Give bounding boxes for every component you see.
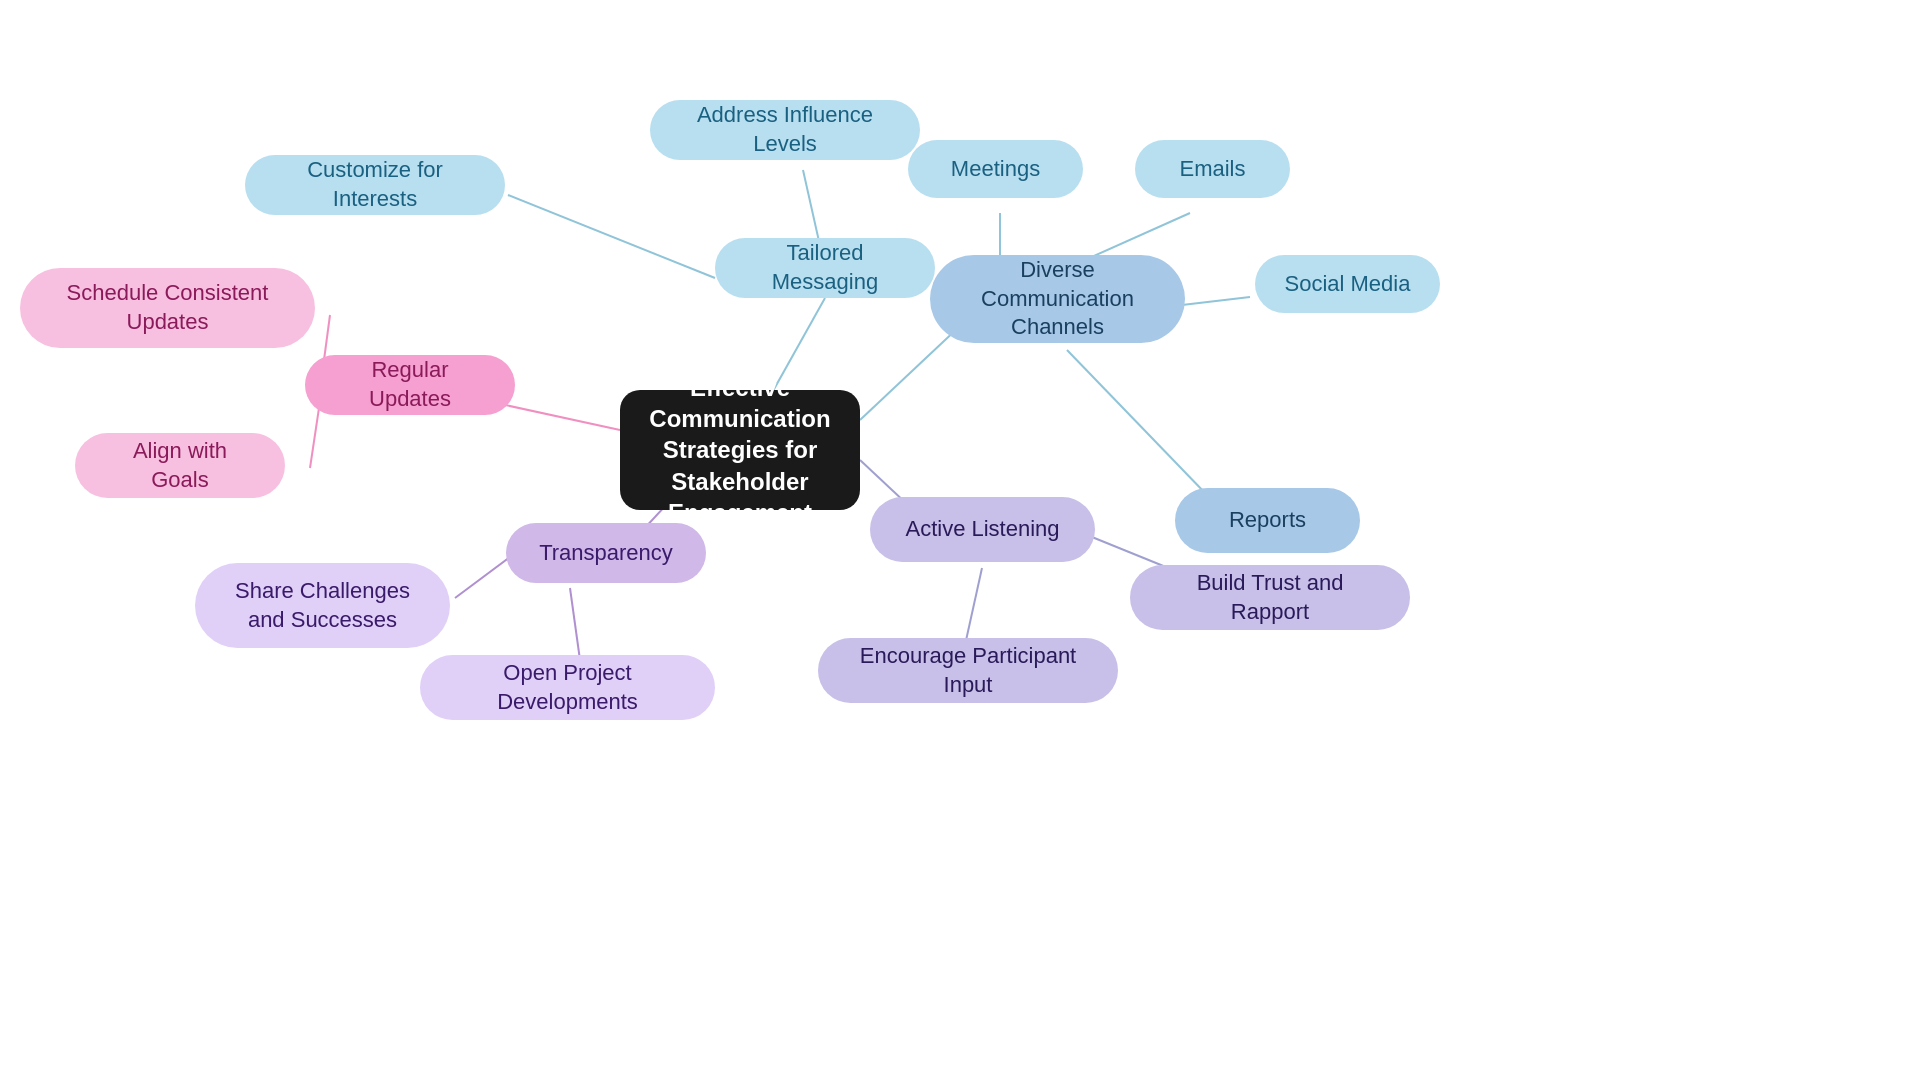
schedule-updates-label: Schedule Consistent Updates <box>48 279 287 336</box>
open-project-node: Open Project Developments <box>420 655 715 720</box>
tailored-messaging-node: Tailored Messaging <box>715 238 935 298</box>
meetings-node: Meetings <box>908 140 1083 198</box>
svg-line-12 <box>1182 297 1250 305</box>
svg-line-13 <box>1067 350 1207 495</box>
align-goals-node: Align with Goals <box>75 433 285 498</box>
mindmap-container: Effective Communication Strategies for S… <box>0 0 1920 1083</box>
emails-node: Emails <box>1135 140 1290 198</box>
build-trust-label: Build Trust and Rapport <box>1158 569 1382 626</box>
reports-label: Reports <box>1229 506 1306 535</box>
customize-interests-node: Customize for Interests <box>245 155 505 215</box>
diverse-channels-node: Diverse Communication Channels <box>930 255 1185 343</box>
active-listening-label: Active Listening <box>905 515 1059 544</box>
reports-node: Reports <box>1175 488 1360 553</box>
encourage-input-node: Encourage Participant Input <box>818 638 1118 703</box>
customize-interests-label: Customize for Interests <box>273 156 477 213</box>
active-listening-node: Active Listening <box>870 497 1095 562</box>
social-media-node: Social Media <box>1255 255 1440 313</box>
address-influence-node: Address Influence Levels <box>650 100 920 160</box>
regular-updates-node: Regular Updates <box>305 355 515 415</box>
build-trust-node: Build Trust and Rapport <box>1130 565 1410 630</box>
transparency-label: Transparency <box>539 539 673 568</box>
svg-line-2 <box>508 195 715 278</box>
svg-line-8 <box>570 588 580 660</box>
share-challenges-label: Share Challenges and Successes <box>223 577 422 634</box>
emails-label: Emails <box>1179 155 1245 184</box>
encourage-input-label: Encourage Participant Input <box>846 642 1090 699</box>
center-node: Effective Communication Strategies for S… <box>620 390 860 510</box>
address-influence-label: Address Influence Levels <box>678 101 892 158</box>
tailored-messaging-label: Tailored Messaging <box>743 239 907 296</box>
open-project-label: Open Project Developments <box>448 659 687 716</box>
regular-updates-label: Regular Updates <box>333 356 487 413</box>
schedule-updates-node: Schedule Consistent Updates <box>20 268 315 348</box>
svg-line-16 <box>965 568 982 645</box>
social-media-label: Social Media <box>1285 270 1411 299</box>
diverse-channels-label: Diverse Communication Channels <box>958 256 1157 342</box>
transparency-node: Transparency <box>506 523 706 583</box>
center-label: Effective Communication Strategies for S… <box>648 372 832 528</box>
meetings-label: Meetings <box>951 155 1040 184</box>
share-challenges-node: Share Challenges and Successes <box>195 563 450 648</box>
align-goals-label: Align with Goals <box>103 437 257 494</box>
